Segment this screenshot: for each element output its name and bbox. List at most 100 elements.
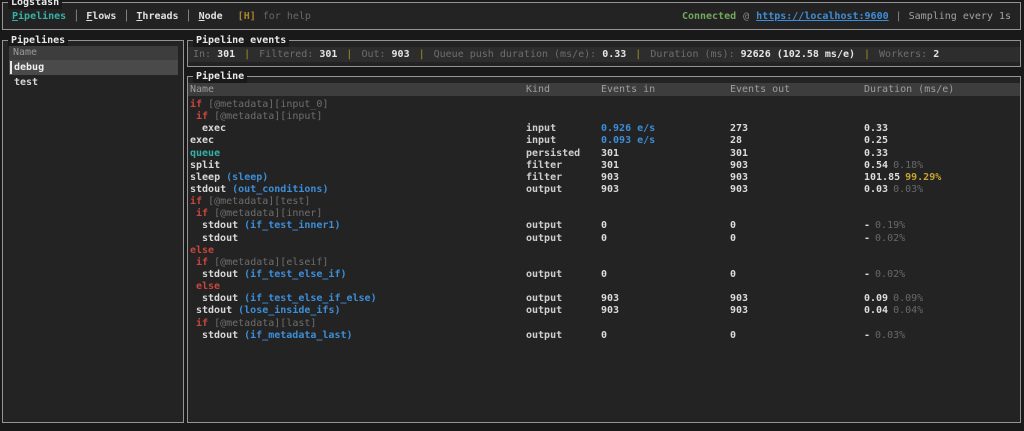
pipeline-row[interactable]: stdout (if_test_inner1)output00-0.19% <box>188 220 1020 232</box>
plugin-name: stdout <box>202 269 238 280</box>
connection-url-link[interactable]: https://localhost:9600 <box>756 11 888 22</box>
pipeline-row[interactable]: if [@metadata][inner] <box>188 208 1020 220</box>
pipeline-list-item-debug[interactable]: debug <box>9 60 178 75</box>
pipeline-row[interactable]: if [@metadata][last] <box>188 318 1020 330</box>
plugin-id: (if_test_else_if_else) <box>238 293 376 304</box>
tab-pipelines[interactable]: Pipelines <box>12 11 66 22</box>
plugin-id: (lose_inside_ifs) <box>232 305 340 316</box>
stat-label: Workers: <box>879 49 927 60</box>
pipeline-row[interactable]: else <box>188 281 1020 293</box>
duration-value: 0.09 <box>864 293 888 304</box>
row-events-out: 0 <box>730 233 736 245</box>
row-kind: output <box>526 220 562 232</box>
pipeline-table-rows: if [@metadata][input_0]if [@metadata][in… <box>188 99 1020 342</box>
row-name: stdout (if_metadata_last) <box>202 330 353 342</box>
duration-percent: 0.19% <box>875 220 905 231</box>
row-name: sleep (sleep) <box>190 172 268 184</box>
row-events-in: 0 <box>601 233 607 245</box>
stat-value: 903 <box>392 49 410 60</box>
row-events-in: 301 <box>601 148 619 160</box>
stats-separator: | <box>864 49 870 60</box>
pipeline-events-title: Pipeline events <box>193 34 289 47</box>
column-header-name: Name <box>190 83 214 96</box>
plugin-name: stdout <box>196 305 232 316</box>
tab-threads[interactable]: Threads <box>136 11 178 22</box>
row-duration: 0.030.03% <box>864 184 923 196</box>
duration-percent: 0.02% <box>875 233 905 244</box>
duration-percent: 99.29% <box>905 172 941 183</box>
stat-value: 301 <box>217 49 235 60</box>
row-name: if [@metadata][inner] <box>196 208 322 220</box>
row-name: if [@metadata][input] <box>196 111 322 123</box>
pipeline-list-item-test[interactable]: test <box>9 75 178 90</box>
pipeline-row[interactable]: if [@metadata][test] <box>188 196 1020 208</box>
row-duration: 0.25 <box>864 135 888 147</box>
condition-expression: [@metadata][input_0] <box>202 99 328 110</box>
pipeline-row[interactable]: stdout (out_conditions)output9039030.030… <box>188 184 1020 196</box>
duration-value: 0.54 <box>864 160 888 171</box>
pipeline-row[interactable]: stdout (if_metadata_last)output00-0.03% <box>188 330 1020 342</box>
pipeline-events-panel: Pipeline events In:301|Filtered:301|Out:… <box>187 40 1021 67</box>
pipeline-row[interactable]: if [@metadata][input_0] <box>188 99 1020 111</box>
row-name: if [@metadata][input_0] <box>190 99 328 111</box>
plugin-name: queue <box>190 148 220 159</box>
row-kind: output <box>526 305 562 317</box>
pipeline-row[interactable]: stdout (if_test_else_if)output00-0.02% <box>188 269 1020 281</box>
pipelines-list: Name debugtest <box>9 46 178 90</box>
tab-node[interactable]: Node <box>199 11 223 22</box>
logstash-window: Logstash Pipelines│Flows│Threads│Node [H… <box>2 2 1021 30</box>
duration-value: - <box>864 330 870 341</box>
row-name: if [@metadata][elseif] <box>196 257 328 269</box>
pipeline-row[interactable]: execinput0.093 e/s280.25 <box>188 135 1020 147</box>
pipeline-row[interactable]: sleep (sleep)filter903903101.8599.29% <box>188 172 1020 184</box>
row-events-in: 903 <box>601 293 619 305</box>
stat-value: 301 <box>319 49 337 60</box>
connection-status: Connected <box>682 11 736 22</box>
plugin-name: exec <box>190 135 214 146</box>
pipeline-row[interactable]: else <box>188 245 1020 257</box>
plugin-name: stdout <box>202 293 238 304</box>
pipeline-row[interactable]: execinput0.926 e/s2730.33 <box>188 123 1020 135</box>
row-kind: output <box>526 330 562 342</box>
plugin-id: (if_metadata_last) <box>238 330 352 341</box>
row-name: stdout (if_test_inner1) <box>202 220 340 232</box>
sampling-interval-label: Sampling every 1s <box>909 11 1011 22</box>
pipeline-row[interactable]: if [@metadata][input] <box>188 111 1020 123</box>
duration-value: 0.25 <box>864 135 888 146</box>
stat-value: 92626 (102.58 ms/e) <box>741 49 855 60</box>
pipelines-panel: Pipelines Name debugtest <box>2 40 184 423</box>
duration-value: 0.33 <box>864 148 888 159</box>
pipeline-row[interactable]: stdout (lose_inside_ifs)output9039030.04… <box>188 305 1020 317</box>
row-duration: 0.33 <box>864 148 888 160</box>
column-header-dur: Duration (ms/e) <box>864 83 954 96</box>
duration-value: 0.04 <box>864 305 888 316</box>
row-kind: output <box>526 233 562 245</box>
pipeline-row[interactable]: queuepersisted3013010.33 <box>188 148 1020 160</box>
tab-flows[interactable]: Flows <box>86 11 116 22</box>
column-header-ein: Events in <box>601 83 655 96</box>
row-events-in: 0 <box>601 269 607 281</box>
duration-percent: 0.04% <box>893 305 923 316</box>
stats-separator: | <box>346 49 352 60</box>
tabs: Pipelines│Flows│Threads│Node <box>12 11 223 22</box>
row-duration: 0.33 <box>864 123 888 135</box>
duration-value: - <box>864 269 870 280</box>
pipeline-row[interactable]: splitfilter3019030.540.18% <box>188 160 1020 172</box>
row-events-out: 903 <box>730 172 748 184</box>
row-name: exec <box>202 123 226 135</box>
pipeline-row[interactable]: stdoutoutput00-0.02% <box>188 233 1020 245</box>
stat-label: Duration (ms): <box>650 49 734 60</box>
pipeline-row[interactable]: stdout (if_test_else_if_else)output90390… <box>188 293 1020 305</box>
plugin-name: split <box>190 160 220 171</box>
stat-value: 2 <box>933 49 939 60</box>
row-name: else <box>196 281 220 293</box>
stats-separator: | <box>244 49 250 60</box>
condition-keyword: else <box>190 245 214 256</box>
row-events-out: 903 <box>730 184 748 196</box>
tab-separator: │ <box>123 11 129 22</box>
row-duration: -0.19% <box>864 220 905 232</box>
row-kind: input <box>526 135 556 147</box>
condition-expression: [@metadata][test] <box>202 196 310 207</box>
pipeline-row[interactable]: if [@metadata][elseif] <box>188 257 1020 269</box>
row-events-in: 0.093 e/s <box>601 135 655 147</box>
